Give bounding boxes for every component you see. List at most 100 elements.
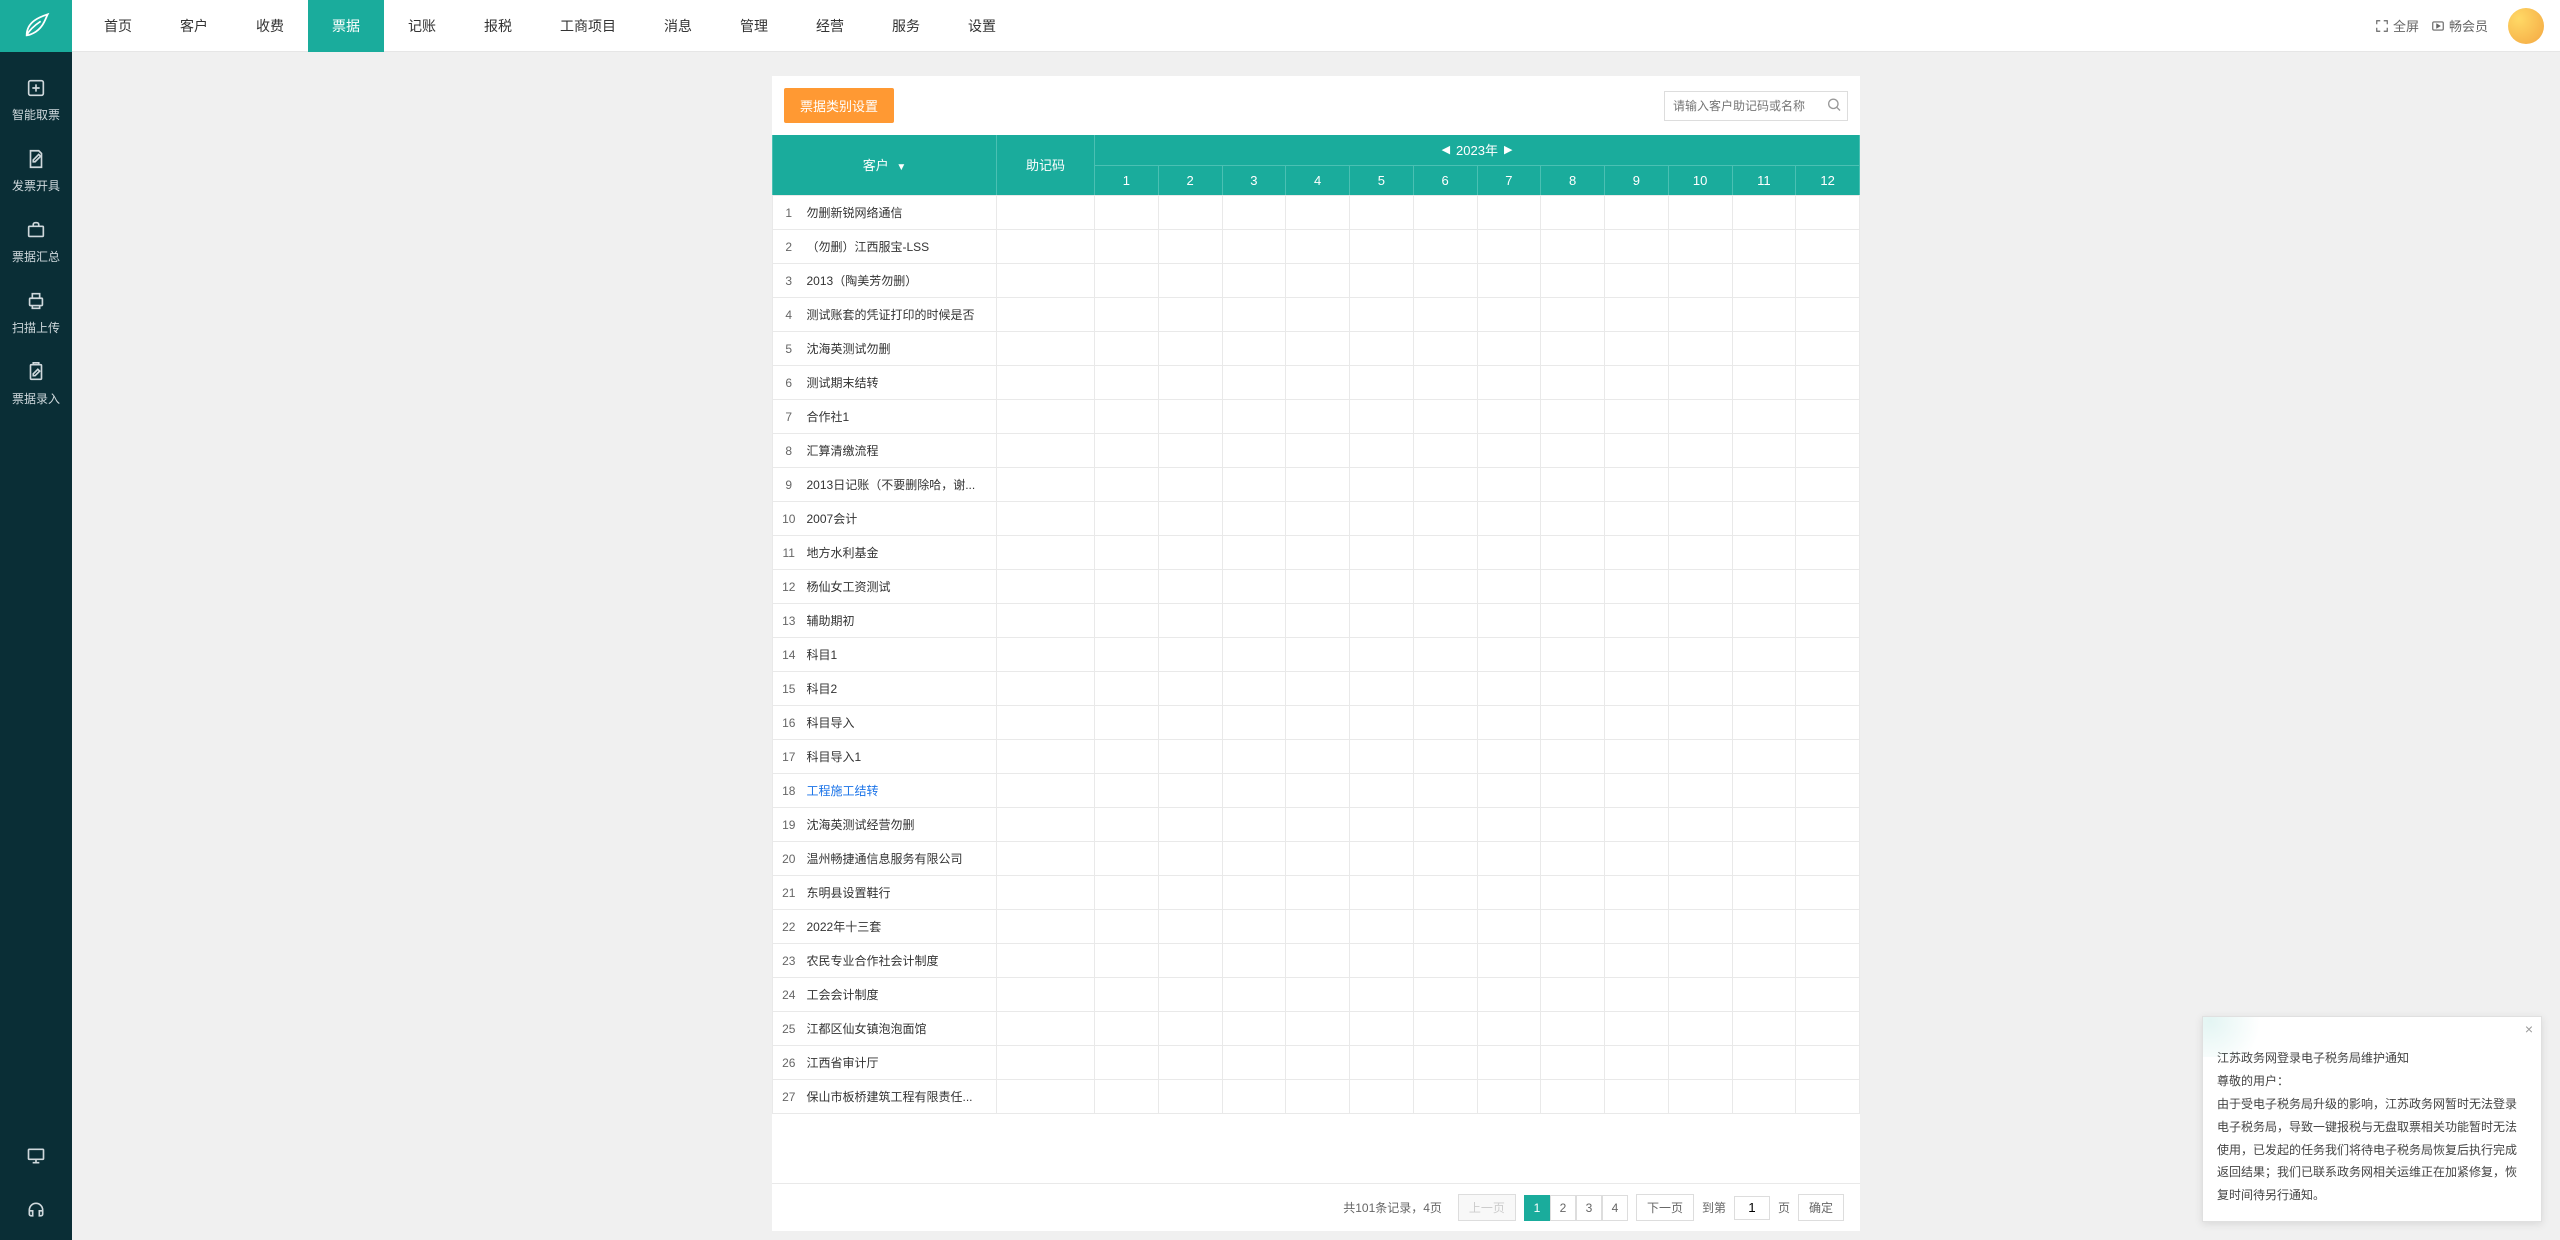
th-month[interactable]: 4 [1286,165,1350,195]
row-month-cell[interactable] [1796,1080,1860,1114]
row-month-cell[interactable] [1158,842,1222,876]
row-month-cell[interactable] [1477,502,1541,536]
row-month-cell[interactable] [1286,434,1350,468]
row-month-cell[interactable] [1222,774,1286,808]
table-row[interactable]: 17科目导入1 [773,740,1860,774]
row-month-cell[interactable] [1605,332,1669,366]
row-month-cell[interactable] [1095,978,1159,1012]
row-month-cell[interactable] [1541,808,1605,842]
row-month-cell[interactable] [1605,672,1669,706]
row-month-cell[interactable] [1732,264,1796,298]
row-month-cell[interactable] [1413,230,1477,264]
side-item[interactable]: 扫描上传 [12,277,60,348]
row-month-cell[interactable] [1095,740,1159,774]
top-menu-item[interactable]: 首页 [80,0,156,52]
row-month-cell[interactable] [1477,740,1541,774]
row-month-cell[interactable] [1541,400,1605,434]
row-customer[interactable]: 2022年十三套 [805,910,997,944]
row-month-cell[interactable] [1668,1046,1732,1080]
table-row[interactable]: 16科目导入 [773,706,1860,740]
row-month-cell[interactable] [1222,604,1286,638]
th-month[interactable]: 12 [1796,165,1860,195]
row-month-cell[interactable] [1095,774,1159,808]
row-month-cell[interactable] [1541,1012,1605,1046]
row-month-cell[interactable] [1413,468,1477,502]
search-input[interactable] [1664,91,1848,121]
row-customer[interactable]: 2007会计 [805,502,997,536]
row-month-cell[interactable] [1350,740,1414,774]
row-month-cell[interactable] [1158,774,1222,808]
search-icon[interactable] [1826,96,1842,115]
row-month-cell[interactable] [1668,978,1732,1012]
row-month-cell[interactable] [1350,332,1414,366]
top-menu-item[interactable]: 记账 [384,0,460,52]
table-row[interactable]: 1勿删新锐网络通信 [773,196,1860,230]
row-month-cell[interactable] [1222,366,1286,400]
row-month-cell[interactable] [1158,638,1222,672]
row-month-cell[interactable] [1796,400,1860,434]
row-month-cell[interactable] [1732,434,1796,468]
row-month-cell[interactable] [1158,400,1222,434]
row-customer[interactable]: 工会会计制度 [805,978,997,1012]
row-month-cell[interactable] [1286,944,1350,978]
th-month[interactable]: 2 [1158,165,1222,195]
row-month-cell[interactable] [1668,196,1732,230]
row-month-cell[interactable] [1350,468,1414,502]
row-month-cell[interactable] [1668,1080,1732,1114]
row-month-cell[interactable] [1413,264,1477,298]
row-month-cell[interactable] [1605,264,1669,298]
table-row[interactable]: 18工程施工结转 [773,774,1860,808]
row-month-cell[interactable] [1350,366,1414,400]
row-month-cell[interactable] [1668,434,1732,468]
row-month-cell[interactable] [1350,604,1414,638]
row-month-cell[interactable] [1605,536,1669,570]
row-month-cell[interactable] [1541,604,1605,638]
row-month-cell[interactable] [1668,230,1732,264]
table-row[interactable]: 5沈海英测试勿删 [773,332,1860,366]
row-month-cell[interactable] [1158,434,1222,468]
row-month-cell[interactable] [1350,672,1414,706]
row-month-cell[interactable] [1732,774,1796,808]
row-month-cell[interactable] [1350,1046,1414,1080]
row-month-cell[interactable] [1158,876,1222,910]
row-month-cell[interactable] [1541,774,1605,808]
row-month-cell[interactable] [1350,842,1414,876]
row-month-cell[interactable] [1732,332,1796,366]
row-month-cell[interactable] [1668,366,1732,400]
table-row[interactable]: 21东明县设置鞋行 [773,876,1860,910]
row-month-cell[interactable] [1413,740,1477,774]
table-row[interactable]: 23农民专业合作社会计制度 [773,944,1860,978]
row-month-cell[interactable] [1477,774,1541,808]
row-month-cell[interactable] [1605,740,1669,774]
row-customer[interactable]: 东明县设置鞋行 [805,876,997,910]
row-month-cell[interactable] [1605,978,1669,1012]
row-month-cell[interactable] [1222,536,1286,570]
row-month-cell[interactable] [1796,536,1860,570]
row-month-cell[interactable] [1158,808,1222,842]
row-month-cell[interactable] [1796,230,1860,264]
row-month-cell[interactable] [1222,706,1286,740]
row-month-cell[interactable] [1796,740,1860,774]
brand-logo[interactable] [0,0,72,52]
row-month-cell[interactable] [1477,400,1541,434]
row-month-cell[interactable] [1796,1012,1860,1046]
row-month-cell[interactable] [1732,1080,1796,1114]
row-month-cell[interactable] [1286,264,1350,298]
row-month-cell[interactable] [1732,978,1796,1012]
row-month-cell[interactable] [1350,536,1414,570]
row-month-cell[interactable] [1413,774,1477,808]
row-month-cell[interactable] [1796,502,1860,536]
row-month-cell[interactable] [1668,944,1732,978]
row-month-cell[interactable] [1796,468,1860,502]
row-month-cell[interactable] [1222,434,1286,468]
row-month-cell[interactable] [1286,672,1350,706]
row-month-cell[interactable] [1222,502,1286,536]
row-month-cell[interactable] [1286,910,1350,944]
row-month-cell[interactable] [1477,332,1541,366]
row-customer[interactable]: 工程施工结转 [805,774,997,808]
row-month-cell[interactable] [1286,774,1350,808]
row-month-cell[interactable] [1541,978,1605,1012]
pager-page-button[interactable]: 4 [1602,1195,1628,1221]
pager-next-button[interactable]: 下一页 [1636,1194,1694,1221]
row-month-cell[interactable] [1286,400,1350,434]
